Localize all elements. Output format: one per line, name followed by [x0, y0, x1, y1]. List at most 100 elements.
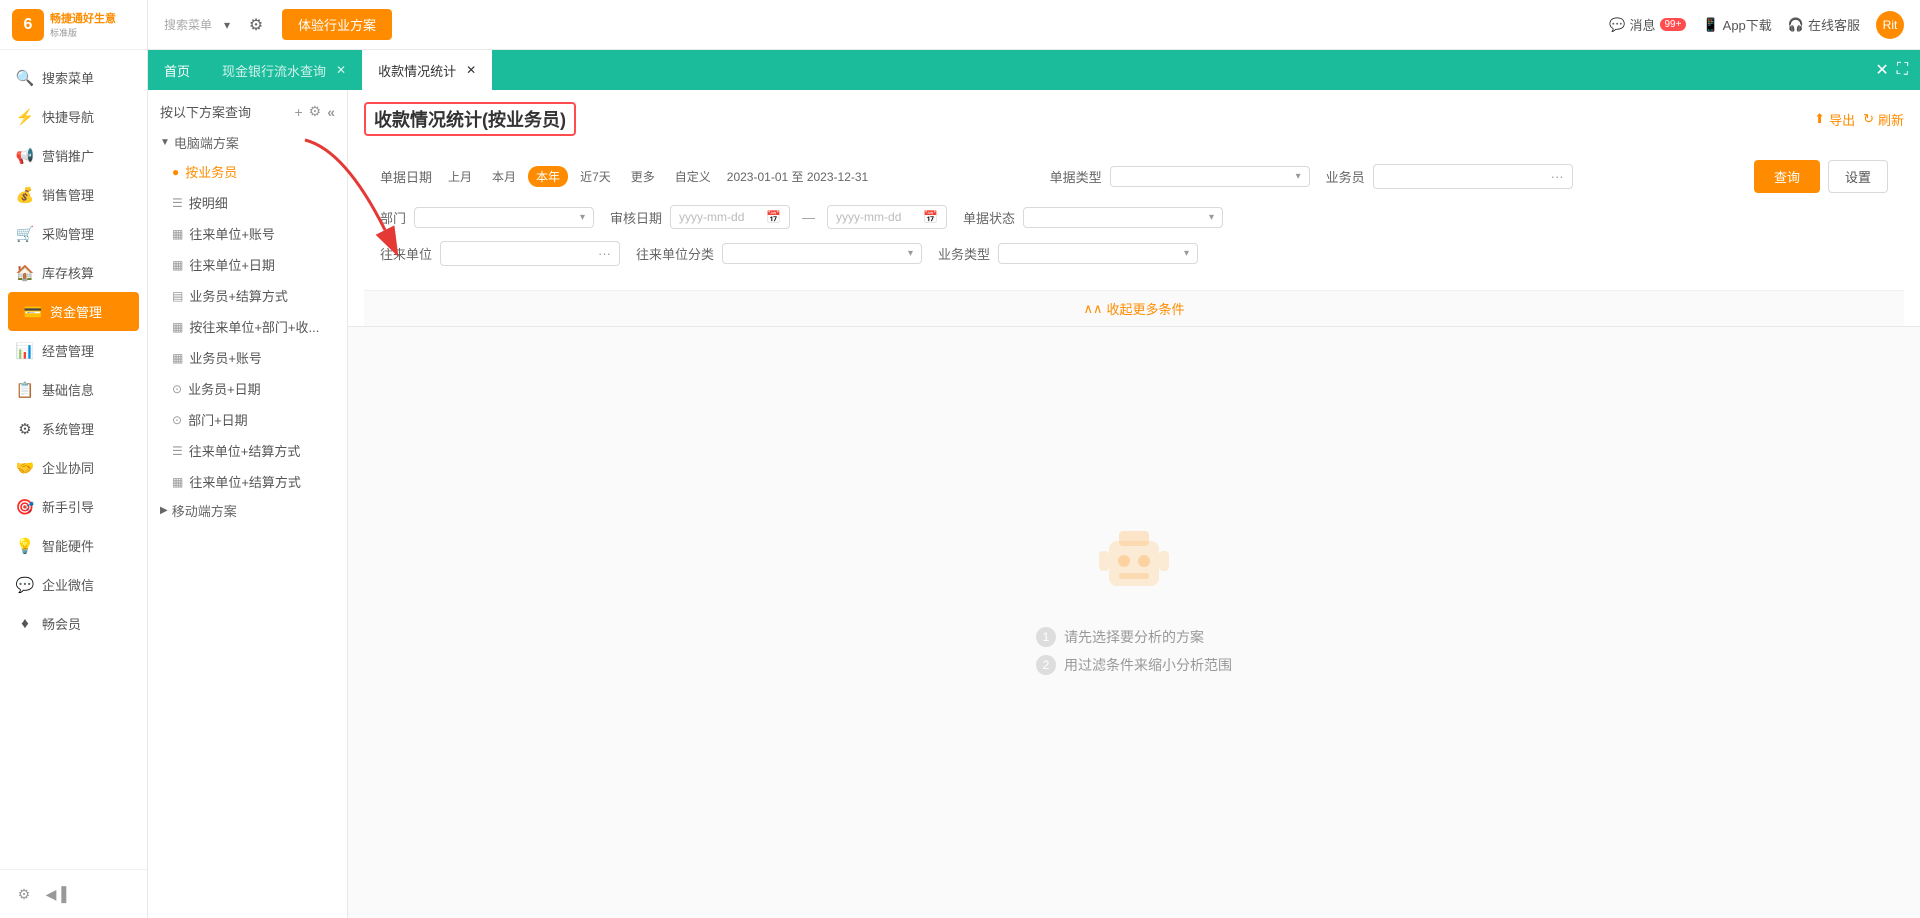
wechat-icon: 💬	[16, 576, 34, 594]
sidebar-item-inventory[interactable]: 🏠 库存核算	[0, 253, 147, 292]
review-date-from[interactable]: yyyy-mm-dd 📅	[670, 205, 790, 229]
filter-doc-type-item: 单据类型 ▾	[1050, 166, 1310, 187]
sidebar-item-marketing[interactable]: 📢 营销推广	[0, 136, 147, 175]
logo: 6 畅捷通好生意 标准版	[0, 0, 147, 50]
scheme-item-unit-dept-collect[interactable]: ▦ 按往来单位+部门+收...	[148, 311, 347, 342]
sidebar-item-purchase[interactable]: 🛒 采购管理	[0, 214, 147, 253]
tab-receipt[interactable]: 收款情况统计 ✕	[362, 50, 492, 90]
salesperson-select[interactable]: ···	[1373, 164, 1573, 189]
date-btn-custom[interactable]: 自定义	[667, 166, 719, 187]
date-btn-this-year[interactable]: 本年	[528, 166, 568, 187]
footer-collapse-icon[interactable]: ◀▐	[44, 882, 68, 906]
query-button[interactable]: 查询	[1754, 160, 1820, 193]
page-header: 收款情况统计(按业务员) ⬆ 导出 ↻ 刷新	[348, 90, 1920, 327]
scheme-item-unit-account[interactable]: ▦ 往来单位+账号	[148, 218, 347, 249]
export-button[interactable]: ⬆ 导出	[1814, 110, 1855, 129]
detail-icon: ☰	[172, 196, 183, 210]
trial-button[interactable]: 体验行业方案	[282, 9, 392, 40]
unit-settle1-icon: ☰	[172, 444, 183, 458]
purchase-icon: 🛒	[16, 225, 34, 243]
tab-receipt-close[interactable]: ✕	[466, 63, 476, 77]
scheme-group-mobile-title[interactable]: ▶ 移动端方案	[148, 497, 347, 524]
sidebar-item-wechat[interactable]: 💬 企业微信	[0, 565, 147, 604]
scheme-item-salesperson-account[interactable]: ▦ 业务员+账号	[148, 342, 347, 373]
tab-window-close[interactable]: ✕	[1875, 60, 1888, 80]
export-icon: ⬆	[1814, 111, 1825, 127]
panel-settings-icon[interactable]: ⚙	[309, 103, 322, 120]
scheme-item-unit-settle1[interactable]: ☰ 往来单位+结算方式	[148, 435, 347, 466]
date-btn-more[interactable]: 更多	[623, 166, 663, 187]
unit-category-chevron-icon: ▾	[908, 248, 913, 259]
tab-bank-close[interactable]: ✕	[336, 63, 346, 77]
page-actions: ⬆ 导出 ↻ 刷新	[1814, 110, 1904, 129]
service-button[interactable]: 🎧 在线客服	[1788, 15, 1860, 34]
filter-review-date-item: 审核日期 yyyy-mm-dd 📅 — yyyy-mm-dd 📅	[610, 205, 947, 229]
sidebar-item-quicknav[interactable]: ⚡ 快捷导航	[0, 97, 147, 136]
tab-window-expand[interactable]: ⛶	[1897, 61, 1908, 79]
sidebar-item-search[interactable]: 🔍 搜索菜单	[0, 58, 147, 97]
scheme-item-by-salesperson[interactable]: ● 按业务员	[148, 156, 347, 187]
dept-select[interactable]: ▾	[414, 207, 594, 228]
panel-add-icon[interactable]: +	[294, 104, 302, 120]
calendar-from-icon: 📅	[766, 210, 781, 224]
filter-settings-button[interactable]: 设置	[1828, 160, 1888, 193]
refresh-icon: ↻	[1863, 111, 1874, 127]
sidebar-item-operation[interactable]: 📊 经营管理	[0, 331, 147, 370]
sidebar-item-capital[interactable]: 💳 资金管理	[8, 292, 139, 331]
filter-action-buttons: 查询 设置	[1754, 160, 1888, 193]
salesperson-dots-icon[interactable]: ···	[1551, 169, 1564, 184]
collapse-bar[interactable]: ∧∧ 收起更多条件	[364, 290, 1904, 326]
message-button[interactable]: 💬 消息 99+	[1609, 15, 1686, 34]
user-avatar[interactable]: Rit	[1876, 11, 1904, 39]
doc-type-chevron-icon: ▾	[1296, 171, 1301, 182]
date-btn-last-month[interactable]: 上月	[440, 166, 480, 187]
sidebar-item-sales[interactable]: 💰 销售管理	[0, 175, 147, 214]
sidebar-item-vip[interactable]: ♦ 畅会员	[0, 604, 147, 643]
tab-bank[interactable]: 现金银行流水查询 ✕	[206, 50, 362, 90]
topbar-chevron[interactable]: ▾	[224, 18, 230, 32]
doc-status-select[interactable]: ▾	[1023, 207, 1223, 228]
filter-row-2: 部门 ▾ 审核日期 yyyy-mm-dd 📅	[380, 205, 1888, 229]
refresh-button[interactable]: ↻ 刷新	[1863, 110, 1904, 129]
scheme-group-desktop-title[interactable]: ▼ 电脑端方案	[148, 129, 347, 156]
scheme-item-unit-date[interactable]: ▦ 往来单位+日期	[148, 249, 347, 280]
sidebar-item-enterprise[interactable]: 🤝 企业协同	[0, 448, 147, 487]
panel-collapse-icon[interactable]: «	[327, 104, 335, 120]
scheme-item-salesperson-date[interactable]: ⊙ 业务员+日期	[148, 373, 347, 404]
scheme-item-unit-settle2[interactable]: ▦ 往来单位+结算方式	[148, 466, 347, 497]
unit-select[interactable]: ···	[440, 241, 620, 266]
doc-type-select[interactable]: ▾	[1110, 166, 1310, 187]
logo-icon: 6	[12, 9, 44, 41]
sidebar-item-hardware[interactable]: 💡 智能硬件	[0, 526, 147, 565]
unit-dots-icon[interactable]: ···	[598, 246, 611, 261]
sidebar-footer: ⚙ ◀▐	[0, 869, 147, 918]
scheme-item-dept-date[interactable]: ⊙ 部门+日期	[148, 404, 347, 435]
sidebar-item-guide[interactable]: 🎯 新手引导	[0, 487, 147, 526]
unit-category-select[interactable]: ▾	[722, 243, 922, 264]
capital-icon: 💳	[24, 303, 42, 321]
tab-home[interactable]: 首页	[148, 50, 206, 90]
left-panel: 按以下方案查询 + ⚙ « ▼ 电脑端方案 ● 按业务员 ☰ 按明细	[148, 90, 348, 918]
date-btn-this-month[interactable]: 本月	[484, 166, 524, 187]
system-icon: ⚙	[16, 420, 34, 438]
dept-date-icon: ⊙	[172, 413, 182, 427]
topbar-gear-icon[interactable]: ⚙	[242, 11, 270, 39]
app-download-button[interactable]: 📱 App下载	[1702, 15, 1771, 34]
footer-settings-icon[interactable]: ⚙	[12, 882, 36, 906]
scheme-group-desktop: ▼ 电脑端方案 ● 按业务员 ☰ 按明细 ▦ 往来单位+账号 ▦ 往来单位+	[148, 129, 347, 497]
review-date-to[interactable]: yyyy-mm-dd 📅	[827, 205, 947, 229]
date-btn-7days[interactable]: 近7天	[572, 166, 619, 187]
message-icon: 💬	[1609, 17, 1625, 33]
sidebar-item-system[interactable]: ⚙ 系统管理	[0, 409, 147, 448]
sidebar-item-basic[interactable]: 📋 基础信息	[0, 370, 147, 409]
logo-text: 畅捷通好生意 标准版	[50, 10, 116, 39]
empty-state: 1 请先选择要分析的方案 2 用过滤条件来缩小分析范围	[348, 327, 1920, 918]
biz-type-select[interactable]: ▾	[998, 243, 1198, 264]
service-icon: 🎧	[1788, 17, 1804, 33]
inventory-icon: 🏠	[16, 264, 34, 282]
salesperson-settle-icon: ▤	[172, 289, 183, 303]
empty-illustration	[1084, 511, 1184, 611]
scheme-item-by-detail[interactable]: ☰ 按明细	[148, 187, 347, 218]
scheme-item-salesperson-settle[interactable]: ▤ 业务员+结算方式	[148, 280, 347, 311]
quicknav-icon: ⚡	[16, 108, 34, 126]
